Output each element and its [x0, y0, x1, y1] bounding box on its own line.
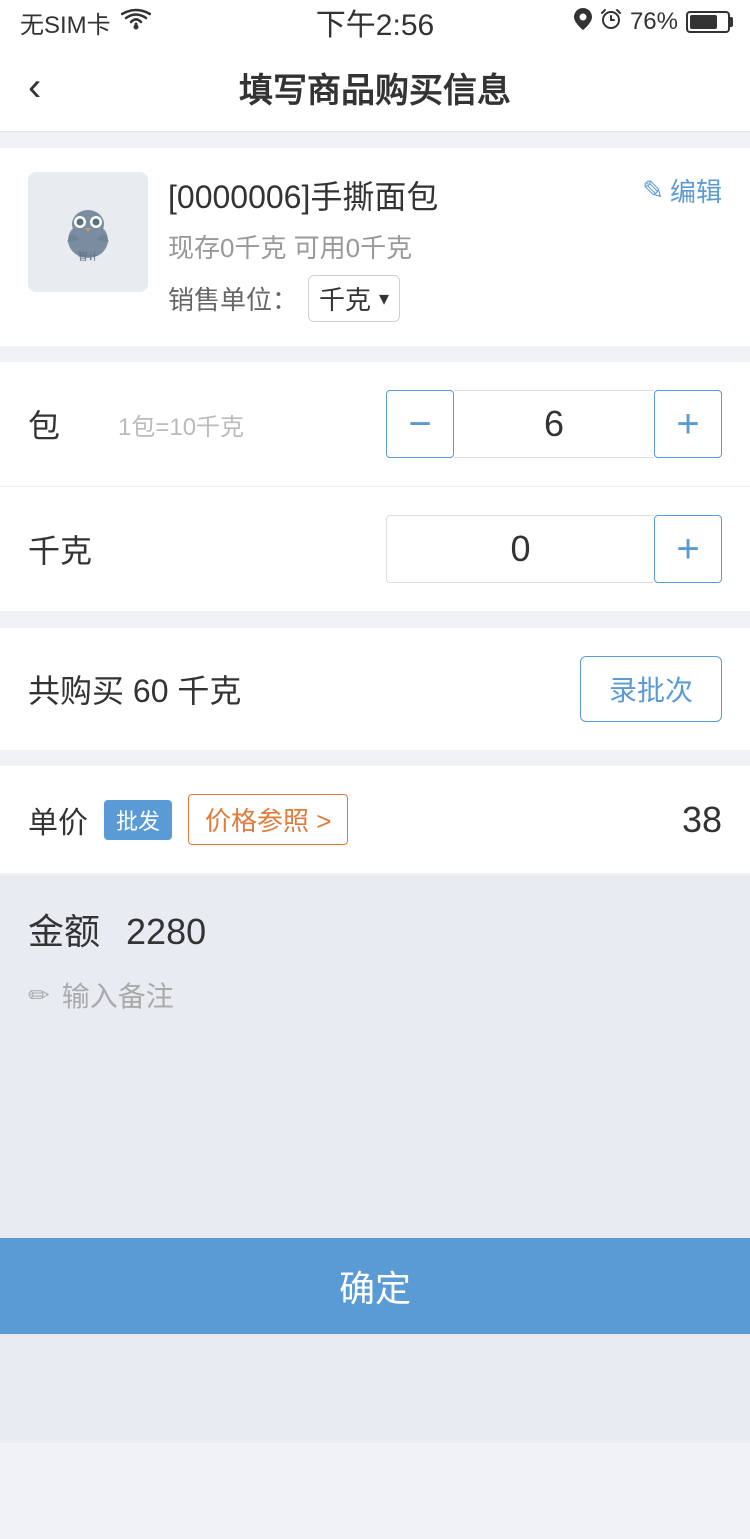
svg-text:智计: 智计	[78, 250, 98, 262]
price-section: 单价 批发 价格参照 > 38	[0, 766, 750, 873]
amount-value: 2280	[126, 911, 206, 952]
location-icon	[574, 8, 592, 37]
summary-row: 共购买 60 千克 录批次	[0, 628, 750, 750]
note-placeholder: 输入备注	[62, 975, 174, 1015]
price-ref-label: 价格参照 >	[205, 801, 331, 838]
quantity-row-bao: 包 1包=10千克 − +	[0, 362, 750, 487]
note-pencil-icon: ✏	[28, 980, 50, 1011]
price-value: 38	[682, 799, 722, 841]
edit-pencil-icon: ✎	[642, 175, 664, 206]
note-row[interactable]: ✏ 输入备注	[28, 975, 722, 1015]
summary-text: 共购买 60 千克	[28, 666, 241, 712]
price-tag: 批发	[104, 800, 172, 840]
decrement-bao-button[interactable]: −	[386, 390, 454, 458]
product-unit: 销售单位： 千克 ▾	[168, 275, 722, 322]
amount-row: 金额 2280	[28, 903, 722, 955]
unit-label: 销售单位：	[168, 280, 298, 317]
alarm-icon	[600, 8, 622, 37]
price-label: 单价	[28, 798, 88, 842]
quantity-label-bao: 包	[28, 401, 108, 447]
quantity-controls-bao: − +	[386, 390, 722, 458]
nav-bar: ‹ 填写商品购买信息	[0, 44, 750, 132]
quantity-hint-bao: 1包=10千克	[118, 407, 386, 442]
product-thumbnail: 智计	[28, 172, 148, 292]
battery-icon	[686, 11, 730, 33]
quantity-input-kg[interactable]	[386, 515, 654, 583]
battery-percentage: 76%	[630, 8, 678, 36]
amount-section: 金额 2280 ✏ 输入备注	[0, 875, 750, 1043]
quantity-section: 包 1包=10千克 − + 千克 +	[0, 362, 750, 612]
back-button[interactable]: ‹	[28, 65, 41, 110]
unit-dropdown-arrow: ▾	[379, 286, 389, 311]
quantity-row-kg: 千克 +	[0, 487, 750, 612]
product-card: 智计 [0000006]手撕面包 现存0千克 可用0千克 销售单位： 千克 ▾ …	[0, 148, 750, 346]
unit-selector[interactable]: 千克 ▾	[308, 275, 400, 322]
increment-kg-button[interactable]: +	[654, 515, 722, 583]
edit-label: 编辑	[670, 172, 722, 209]
confirm-button[interactable]: 确定	[0, 1238, 750, 1334]
product-info: [0000006]手撕面包 现存0千克 可用0千克 销售单位： 千克 ▾	[168, 172, 722, 322]
price-ref-button[interactable]: 价格参照 >	[188, 794, 348, 845]
increment-bao-button[interactable]: +	[654, 390, 722, 458]
quantity-input-bao[interactable]	[454, 390, 654, 458]
edit-button[interactable]: ✎ 编辑	[642, 172, 722, 209]
carrier-label: 无SIM卡	[20, 5, 111, 40]
amount-label: 金额	[28, 911, 100, 952]
time-label: 下午2:56	[316, 0, 434, 44]
page-title: 填写商品购买信息	[239, 63, 511, 112]
status-bar: 无SIM卡 下午2:56	[0, 0, 750, 44]
batch-button[interactable]: 录批次	[580, 656, 722, 722]
quantity-label-kg: 千克	[28, 526, 108, 572]
quantity-controls-kg: +	[386, 515, 722, 583]
product-name: [0000006]手撕面包	[168, 172, 722, 218]
wifi-icon	[121, 8, 151, 36]
unit-value: 千克	[319, 280, 371, 317]
product-stock: 现存0千克 可用0千克	[168, 228, 722, 265]
product-logo: 智计	[53, 202, 123, 262]
